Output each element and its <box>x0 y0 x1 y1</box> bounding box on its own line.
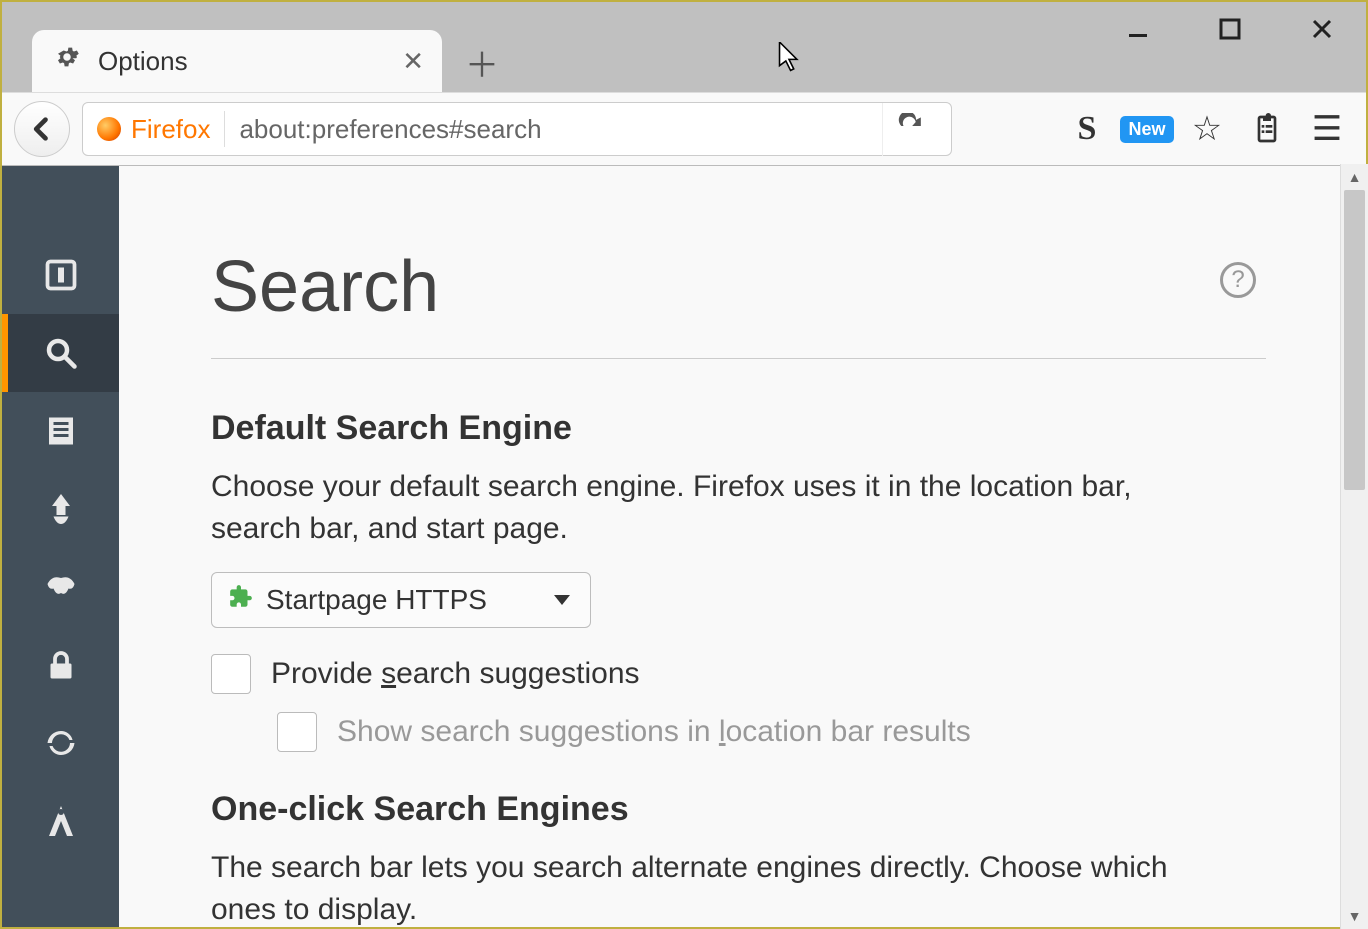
sidebar-item-general[interactable] <box>2 236 119 314</box>
section-oneclick-heading: One-click Search Engines <box>211 790 1306 829</box>
navigation-toolbar: Firefox about:preferences#search S New ☆… <box>2 92 1366 166</box>
extension-stylish-button[interactable]: S <box>1060 102 1114 156</box>
close-tab-button[interactable]: ✕ <box>402 46 424 77</box>
new-tab-button[interactable]: ＋ <box>452 32 512 92</box>
sidebar-item-search[interactable] <box>2 314 119 392</box>
section-default-engine-desc: Choose your default search engine. Firef… <box>211 466 1191 550</box>
minimize-button[interactable] <box>1092 0 1184 58</box>
provide-suggestions-checkbox[interactable] <box>211 654 251 694</box>
sidebar-item-sync[interactable] <box>2 704 119 782</box>
content-area: ? Search Default Search Engine Choose yo… <box>119 166 1366 927</box>
back-button[interactable] <box>14 101 70 157</box>
chevron-down-icon <box>554 595 570 605</box>
page-title: Search <box>211 246 1306 328</box>
puzzle-icon <box>228 584 254 617</box>
sidebar-item-content[interactable] <box>2 392 119 470</box>
section-default-engine-heading: Default Search Engine <box>211 409 1306 448</box>
tab-options[interactable]: Options ✕ <box>32 30 442 92</box>
show-in-locationbar-checkbox <box>277 712 317 752</box>
scroll-thumb[interactable] <box>1344 190 1365 490</box>
sidebar-item-applications[interactable] <box>2 470 119 548</box>
separator <box>224 111 225 147</box>
firefox-icon <box>97 117 121 141</box>
provide-suggestions-label: Provide search suggestions <box>271 657 640 691</box>
url-bar[interactable]: Firefox about:preferences#search <box>82 102 952 156</box>
extension-new-badge-button[interactable]: New <box>1120 102 1174 156</box>
sidebar-item-security[interactable] <box>2 626 119 704</box>
divider <box>211 358 1266 359</box>
menu-button[interactable]: ☰ <box>1300 102 1354 156</box>
section-oneclick-desc: The search bar lets you search alternate… <box>211 847 1191 927</box>
bookmark-star-button[interactable]: ☆ <box>1180 102 1234 156</box>
help-button[interactable]: ? <box>1220 262 1256 298</box>
reload-button[interactable] <box>882 103 937 156</box>
show-in-locationbar-label: Show search suggestions in location bar … <box>337 715 971 749</box>
scroll-up-button[interactable]: ▲ <box>1341 164 1368 190</box>
scroll-down-button[interactable]: ▼ <box>1341 903 1368 929</box>
default-engine-select[interactable]: Startpage HTTPS <box>211 572 591 628</box>
show-in-locationbar-row: Show search suggestions in location bar … <box>277 712 1306 752</box>
identity-label: Firefox <box>131 114 210 145</box>
preferences-sidebar <box>2 166 119 927</box>
cursor-icon <box>778 42 800 80</box>
sidebar-item-advanced[interactable] <box>2 782 119 860</box>
close-window-button[interactable] <box>1276 0 1368 58</box>
vertical-scrollbar[interactable]: ▲ ▼ <box>1340 164 1368 929</box>
url-text: about:preferences#search <box>239 114 882 145</box>
selected-engine-label: Startpage HTTPS <box>266 584 487 616</box>
sidebar-item-privacy[interactable] <box>2 548 119 626</box>
provide-suggestions-row[interactable]: Provide search suggestions <box>211 654 1306 694</box>
reading-list-button[interactable] <box>1240 102 1294 156</box>
maximize-button[interactable] <box>1184 0 1276 58</box>
gear-icon <box>52 42 82 80</box>
new-badge: New <box>1120 116 1173 143</box>
tab-title: Options <box>98 46 188 77</box>
